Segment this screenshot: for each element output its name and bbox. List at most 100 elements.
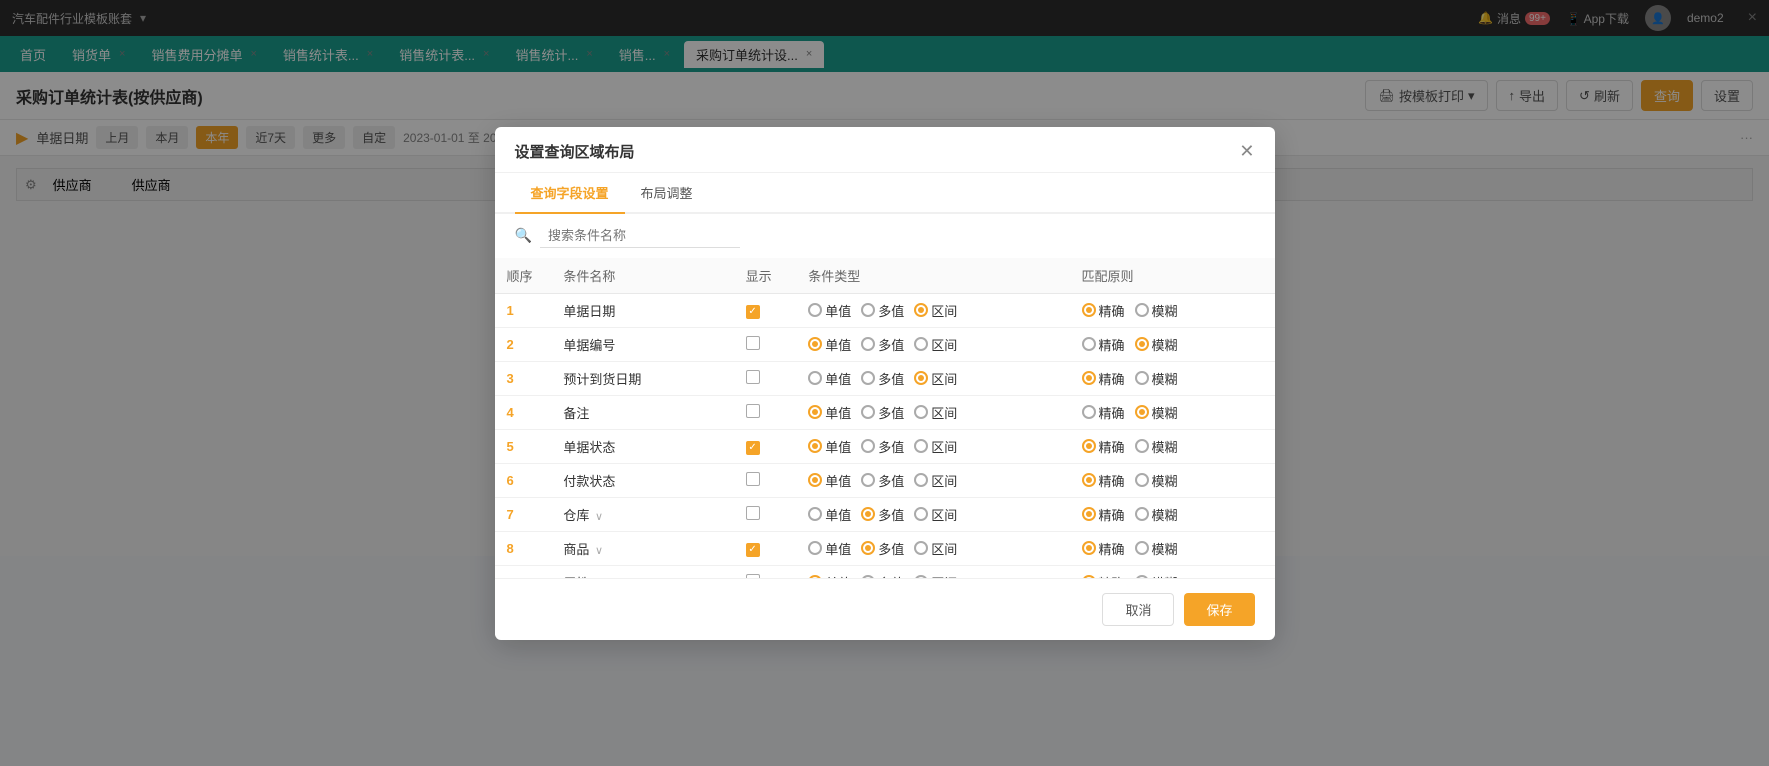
- row-display[interactable]: [734, 293, 797, 327]
- radio-match-label: 精确: [1099, 539, 1125, 558]
- radio-type-多值[interactable]: 多值: [861, 505, 904, 524]
- row-order: 8: [495, 531, 552, 565]
- radio-type-区间[interactable]: 区间: [914, 471, 957, 490]
- row-display[interactable]: [734, 531, 797, 565]
- save-button[interactable]: 保存: [1184, 593, 1254, 626]
- radio-type-多值[interactable]: 多值: [861, 403, 904, 422]
- display-checkbox[interactable]: [746, 506, 760, 520]
- modal-close-button[interactable]: ✕: [1239, 142, 1254, 160]
- radio-circle: [1135, 473, 1149, 487]
- radio-match-精确[interactable]: 精确: [1082, 369, 1125, 388]
- radio-circle: [808, 541, 822, 555]
- radio-type-单值[interactable]: 单值: [808, 471, 851, 490]
- display-checkbox[interactable]: [746, 336, 760, 350]
- search-input[interactable]: [540, 224, 740, 248]
- row-name: 单据状态: [551, 429, 733, 463]
- radio-type-区间[interactable]: 区间: [914, 369, 957, 388]
- row-type: 单值 多值 区间: [796, 293, 1069, 327]
- radio-type-区间[interactable]: 区间: [914, 505, 957, 524]
- row-order: 7: [495, 497, 552, 531]
- row-display[interactable]: [734, 429, 797, 463]
- config-table-scroll: 顺序 条件名称 显示 条件类型 匹配原则 1单据日期 单值 多值: [495, 258, 1275, 578]
- radio-match-模糊[interactable]: 模糊: [1135, 505, 1178, 524]
- radio-match-模糊[interactable]: 模糊: [1135, 539, 1178, 558]
- row-type: 单值 多值 区间: [796, 327, 1069, 361]
- radio-match-精确[interactable]: 精确: [1082, 403, 1125, 422]
- radio-circle: [914, 541, 928, 555]
- radio-type-单值[interactable]: 单值: [808, 301, 851, 320]
- dropdown-arrow-icon: ∨: [595, 511, 603, 523]
- row-display[interactable]: [734, 463, 797, 497]
- radio-match-模糊[interactable]: 模糊: [1135, 369, 1178, 388]
- row-display[interactable]: [734, 565, 797, 578]
- radio-circle: [861, 371, 875, 385]
- radio-match-label: 模糊: [1152, 539, 1178, 558]
- radio-type-区间[interactable]: 区间: [914, 437, 957, 456]
- radio-type-label: 多值: [878, 505, 904, 524]
- table-row: 1单据日期 单值 多值 区间 精确: [495, 293, 1275, 327]
- radio-type-label: 单值: [825, 471, 851, 490]
- radio-match-精确[interactable]: 精确: [1082, 539, 1125, 558]
- radio-match-精确[interactable]: 精确: [1082, 301, 1125, 320]
- radio-type-单值[interactable]: 单值: [808, 539, 851, 558]
- radio-type-多值[interactable]: 多值: [861, 369, 904, 388]
- config-modal: 设置查询区域布局 ✕ 查询字段设置 布局调整 🔍 顺序 条件名称: [495, 127, 1275, 640]
- radio-match-模糊[interactable]: 模糊: [1135, 301, 1178, 320]
- row-name: 单据日期: [551, 293, 733, 327]
- table-row: 8商品 ∨ 单值 多值 区间 精确: [495, 531, 1275, 565]
- row-display[interactable]: [734, 361, 797, 395]
- display-checkbox[interactable]: [746, 543, 760, 557]
- row-match: 精确 模糊: [1070, 293, 1275, 327]
- display-checkbox[interactable]: [746, 305, 760, 319]
- radio-type-多值[interactable]: 多值: [861, 301, 904, 320]
- row-type: 单值 多值 区间: [796, 361, 1069, 395]
- radio-match-模糊[interactable]: 模糊: [1135, 335, 1178, 354]
- table-row: 2单据编号 单值 多值 区间 精确: [495, 327, 1275, 361]
- radio-match-模糊[interactable]: 模糊: [1135, 471, 1178, 490]
- radio-type-区间[interactable]: 区间: [914, 403, 957, 422]
- radio-type-单值[interactable]: 单值: [808, 437, 851, 456]
- radio-type-单值[interactable]: 单值: [808, 505, 851, 524]
- radio-type-label: 单值: [825, 505, 851, 524]
- radio-circle: [1135, 337, 1149, 351]
- radio-match-label: 精确: [1099, 471, 1125, 490]
- row-name: 预计到货日期: [551, 361, 733, 395]
- radio-type-多值[interactable]: 多值: [861, 437, 904, 456]
- row-display[interactable]: [734, 497, 797, 531]
- display-checkbox[interactable]: [746, 404, 760, 418]
- radio-type-多值[interactable]: 多值: [861, 471, 904, 490]
- radio-match-label: 精确: [1099, 335, 1125, 354]
- radio-type-label: 多值: [878, 335, 904, 354]
- display-checkbox[interactable]: [746, 472, 760, 486]
- radio-type-区间[interactable]: 区间: [914, 301, 957, 320]
- radio-type-单值[interactable]: 单值: [808, 403, 851, 422]
- radio-match-模糊[interactable]: 模糊: [1135, 437, 1178, 456]
- row-display[interactable]: [734, 327, 797, 361]
- radio-match-精确[interactable]: 精确: [1082, 335, 1125, 354]
- row-display[interactable]: [734, 395, 797, 429]
- search-icon: 🔍: [515, 227, 532, 244]
- radio-circle: [861, 337, 875, 351]
- radio-type-label: 区间: [931, 403, 957, 422]
- row-order: 1: [495, 293, 552, 327]
- radio-type-区间[interactable]: 区间: [914, 335, 957, 354]
- radio-circle: [808, 507, 822, 521]
- radio-match-模糊[interactable]: 模糊: [1135, 403, 1178, 422]
- radio-type-单值[interactable]: 单值: [808, 335, 851, 354]
- config-table: 顺序 条件名称 显示 条件类型 匹配原则 1单据日期 单值 多值: [495, 258, 1275, 578]
- radio-circle: [1135, 303, 1149, 317]
- row-type: 单值 多值 区间: [796, 565, 1069, 578]
- radio-type-区间[interactable]: 区间: [914, 539, 957, 558]
- radio-type-单值[interactable]: 单值: [808, 369, 851, 388]
- tab-layout-adjust[interactable]: 布局调整: [625, 173, 709, 214]
- tab-query-fields[interactable]: 查询字段设置: [515, 173, 625, 214]
- display-checkbox[interactable]: [746, 441, 760, 455]
- radio-match-精确[interactable]: 精确: [1082, 437, 1125, 456]
- display-checkbox[interactable]: [746, 370, 760, 384]
- radio-circle: [914, 371, 928, 385]
- radio-match-精确[interactable]: 精确: [1082, 505, 1125, 524]
- radio-match-精确[interactable]: 精确: [1082, 471, 1125, 490]
- radio-type-多值[interactable]: 多值: [861, 539, 904, 558]
- cancel-button[interactable]: 取消: [1102, 593, 1174, 626]
- radio-type-多值[interactable]: 多值: [861, 335, 904, 354]
